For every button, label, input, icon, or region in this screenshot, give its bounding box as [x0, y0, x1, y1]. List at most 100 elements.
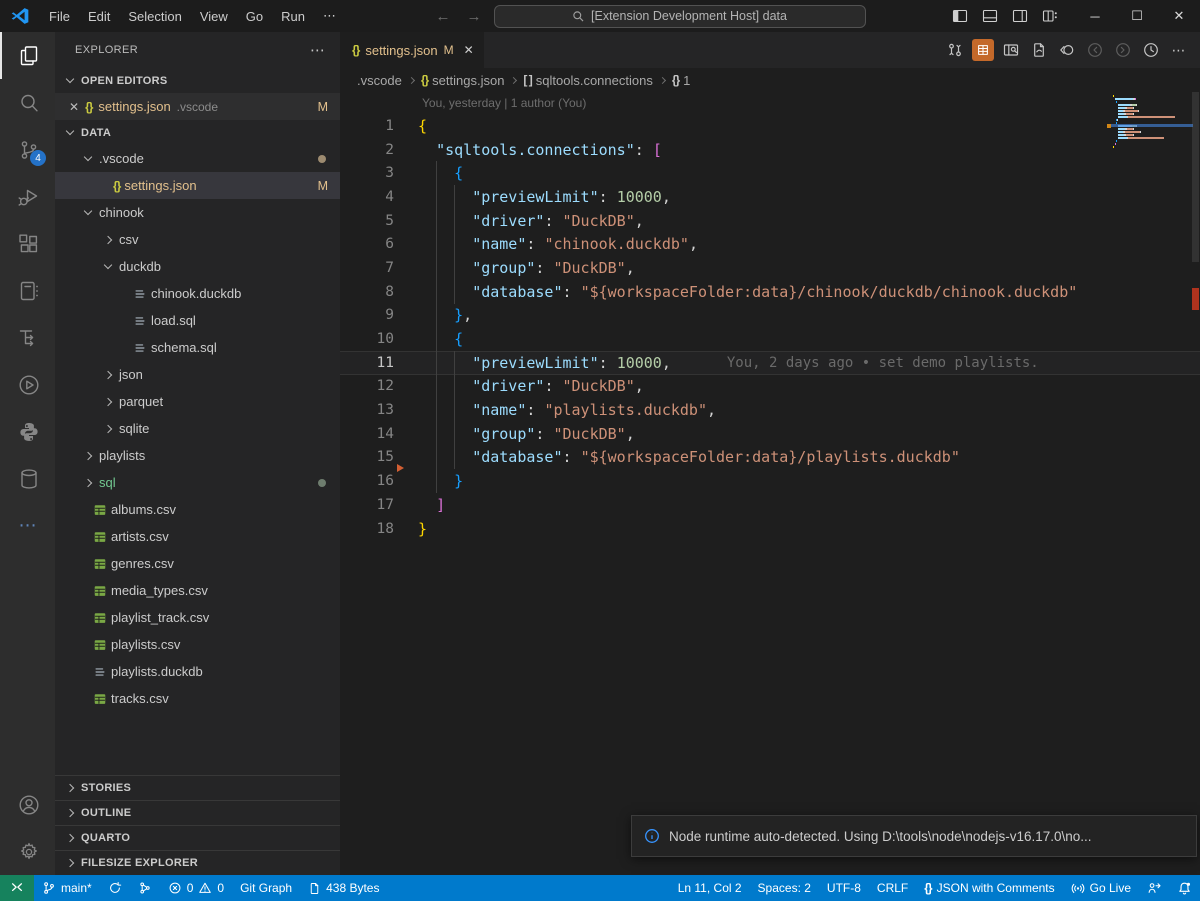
code-line-9[interactable]: 9 }, [340, 303, 1200, 328]
open-preview-icon[interactable] [1000, 39, 1022, 61]
tree-item-playlists[interactable]: playlists [55, 442, 340, 469]
close-icon[interactable]: ✕ [464, 43, 474, 57]
breadcrumb-item-1[interactable]: {} 1 [672, 73, 691, 88]
python-icon[interactable] [0, 408, 55, 455]
nav-forward-icon[interactable]: → [463, 8, 486, 25]
code-line-15[interactable]: 15 "database": "${workspaceFolder:data}/… [340, 445, 1200, 470]
code-line-1[interactable]: 1{ [340, 114, 1200, 138]
tree-item-tracks-csv[interactable]: tracks.csv [55, 685, 340, 712]
code-line-4[interactable]: 4 "previewLimit": 10000, [340, 185, 1200, 209]
open-changes-icon[interactable] [1028, 39, 1050, 61]
code-line-10[interactable]: 10 { [340, 327, 1200, 351]
menu-selection[interactable]: Selection [119, 6, 190, 27]
statusbar-eol[interactable]: CRLF [869, 875, 916, 901]
statusbar-go-live[interactable]: Go Live [1063, 875, 1139, 901]
code-line-3[interactable]: 3 { [340, 161, 1200, 186]
statusbar-cursor-position[interactable]: Ln 11, Col 2 [670, 875, 750, 901]
code-line-17[interactable]: 17 ] [340, 493, 1200, 517]
toggle-panel-icon[interactable] [982, 8, 998, 24]
code-line-5[interactable]: 5 "driver": "DuckDB", [340, 208, 1200, 233]
tree-item-chinook-duckdb[interactable]: chinook.duckdb [55, 280, 340, 307]
code-editor[interactable]: You, yesterday | 1 author (You) 1{2 "sqlt… [340, 92, 1200, 540]
minimap[interactable] [1107, 94, 1193, 148]
database-icon[interactable] [0, 455, 55, 502]
timeline-icon[interactable] [1140, 39, 1162, 61]
explorer-actions-icon[interactable]: ⋯ [310, 41, 326, 59]
tree-item-playlists-csv[interactable]: playlists.csv [55, 631, 340, 658]
notebook-icon[interactable] [0, 267, 55, 314]
section-filesize-explorer[interactable]: FILESIZE EXPLORER [55, 850, 340, 875]
gitlens-authors-annotation[interactable]: You, yesterday | 1 author (You) [340, 92, 1200, 114]
tree-item-playlist-track-csv[interactable]: playlist_track.csv [55, 604, 340, 631]
tree-item-settings-json[interactable]: {} settings.json M [55, 172, 340, 199]
code-line-16[interactable]: 16 } [340, 464, 1200, 493]
statusbar-indentation[interactable]: Spaces: 2 [750, 875, 819, 901]
section-quarto[interactable]: QUARTO [55, 825, 340, 850]
tree-item-albums-csv[interactable]: albums.csv [55, 496, 340, 523]
account-icon[interactable] [0, 781, 55, 828]
tree-item-schema-sql[interactable]: schema.sql [55, 334, 340, 361]
code-line-13[interactable]: 13 "name": "playlists.duckdb", [340, 398, 1200, 422]
tree-item-media-types-csv[interactable]: media_types.csv [55, 577, 340, 604]
code-line-6[interactable]: 6 "name": "chinook.duckdb", [340, 232, 1200, 257]
customize-layout-icon[interactable] [1042, 8, 1058, 24]
menu-edit[interactable]: Edit [79, 6, 119, 27]
nav-back-icon[interactable]: ← [432, 8, 455, 25]
code-line-2[interactable]: 2 "sqltools.connections": [ [340, 138, 1200, 162]
code-line-18[interactable]: 18} [340, 517, 1200, 541]
statusbar-problems[interactable]: 00 [160, 875, 232, 901]
statusbar-git-graph[interactable]: Git Graph [232, 875, 300, 901]
section-stories[interactable]: STORIES [55, 775, 340, 800]
search-icon[interactable] [0, 79, 55, 126]
tree-item-chinook[interactable]: chinook [55, 199, 340, 226]
section-outline[interactable]: OUTLINE [55, 800, 340, 825]
statusbar-sync-changes[interactable] [100, 875, 130, 901]
menu-view[interactable]: View [191, 6, 237, 27]
statusbar-encoding[interactable]: UTF-8 [819, 875, 869, 901]
statusbar-notifications-bell[interactable] [1169, 875, 1200, 901]
code-line-12[interactable]: 12 "driver": "DuckDB", [340, 374, 1200, 399]
settings-gear-icon[interactable] [0, 828, 55, 875]
code-line-7[interactable]: 7 "group": "DuckDB", [340, 256, 1200, 280]
code-line-11[interactable]: 11 "previewLimit": 10000, You, 2 days ago… [340, 350, 1200, 375]
tree-item-artists-csv[interactable]: artists.csv [55, 523, 340, 550]
tree-item-load-sql[interactable]: load.sql [55, 307, 340, 334]
tree-item-json[interactable]: json [55, 361, 340, 388]
tree-item-duckdb[interactable]: duckdb [55, 253, 340, 280]
more-actions-icon[interactable]: ⋯ [1168, 39, 1190, 61]
extensions-icon[interactable] [0, 220, 55, 267]
vertical-scrollbar[interactable] [1191, 92, 1200, 875]
menu-file[interactable]: File [40, 6, 79, 27]
scrollbar-slider[interactable] [1192, 92, 1199, 262]
statusbar-file-size[interactable]: 438 Bytes [300, 875, 387, 901]
command-center-search[interactable]: [Extension Development Host] data [493, 4, 866, 28]
code-line-8[interactable]: 8 "database": "${workspaceFolder:data}/c… [340, 279, 1200, 304]
data-table-icon[interactable] [972, 39, 994, 61]
statusbar-language-mode[interactable]: {} JSON with Comments [916, 875, 1062, 901]
statusbar-remote-indicator[interactable] [0, 875, 34, 901]
tree-item-sql[interactable]: sql [55, 469, 340, 496]
tree-item-vscode[interactable]: .vscode [55, 145, 340, 172]
live-server-icon[interactable] [0, 361, 55, 408]
data-section-header[interactable]: DATA [55, 120, 340, 145]
open-editors-header[interactable]: OPEN EDITORS [55, 68, 340, 93]
tree-item-sqlite[interactable]: sqlite [55, 415, 340, 442]
maximize-button[interactable]: ☐ [1116, 0, 1158, 32]
tree-item-parquet[interactable]: parquet [55, 388, 340, 415]
run-debug-icon[interactable] [0, 173, 55, 220]
tree-item-genres-csv[interactable]: genres.csv [55, 550, 340, 577]
test-hierarchy-icon[interactable] [0, 314, 55, 361]
toggle-secondary-sidebar-icon[interactable] [1012, 8, 1028, 24]
menu-more[interactable]: ⋯ [314, 5, 345, 27]
breadcrumb-item-vscode[interactable]: .vscode [357, 73, 402, 88]
explorer-icon[interactable] [0, 32, 55, 79]
open-editor-item[interactable]: ✕ {} settings.json .vscode M [55, 93, 340, 120]
statusbar-remote-explorer[interactable] [1139, 875, 1169, 901]
breadcrumb-item-settings-json[interactable]: {} settings.json [421, 73, 505, 88]
statusbar-git-graph-view[interactable] [130, 875, 160, 901]
menu-go[interactable]: Go [237, 6, 272, 27]
compare-changes-icon[interactable] [944, 39, 966, 61]
open-symbol-icon[interactable] [1056, 39, 1078, 61]
source-control-icon[interactable]: 4 [0, 126, 55, 173]
breadcrumb-item-sqltools-connections[interactable]: [ ] sqltools.connections [523, 73, 652, 88]
